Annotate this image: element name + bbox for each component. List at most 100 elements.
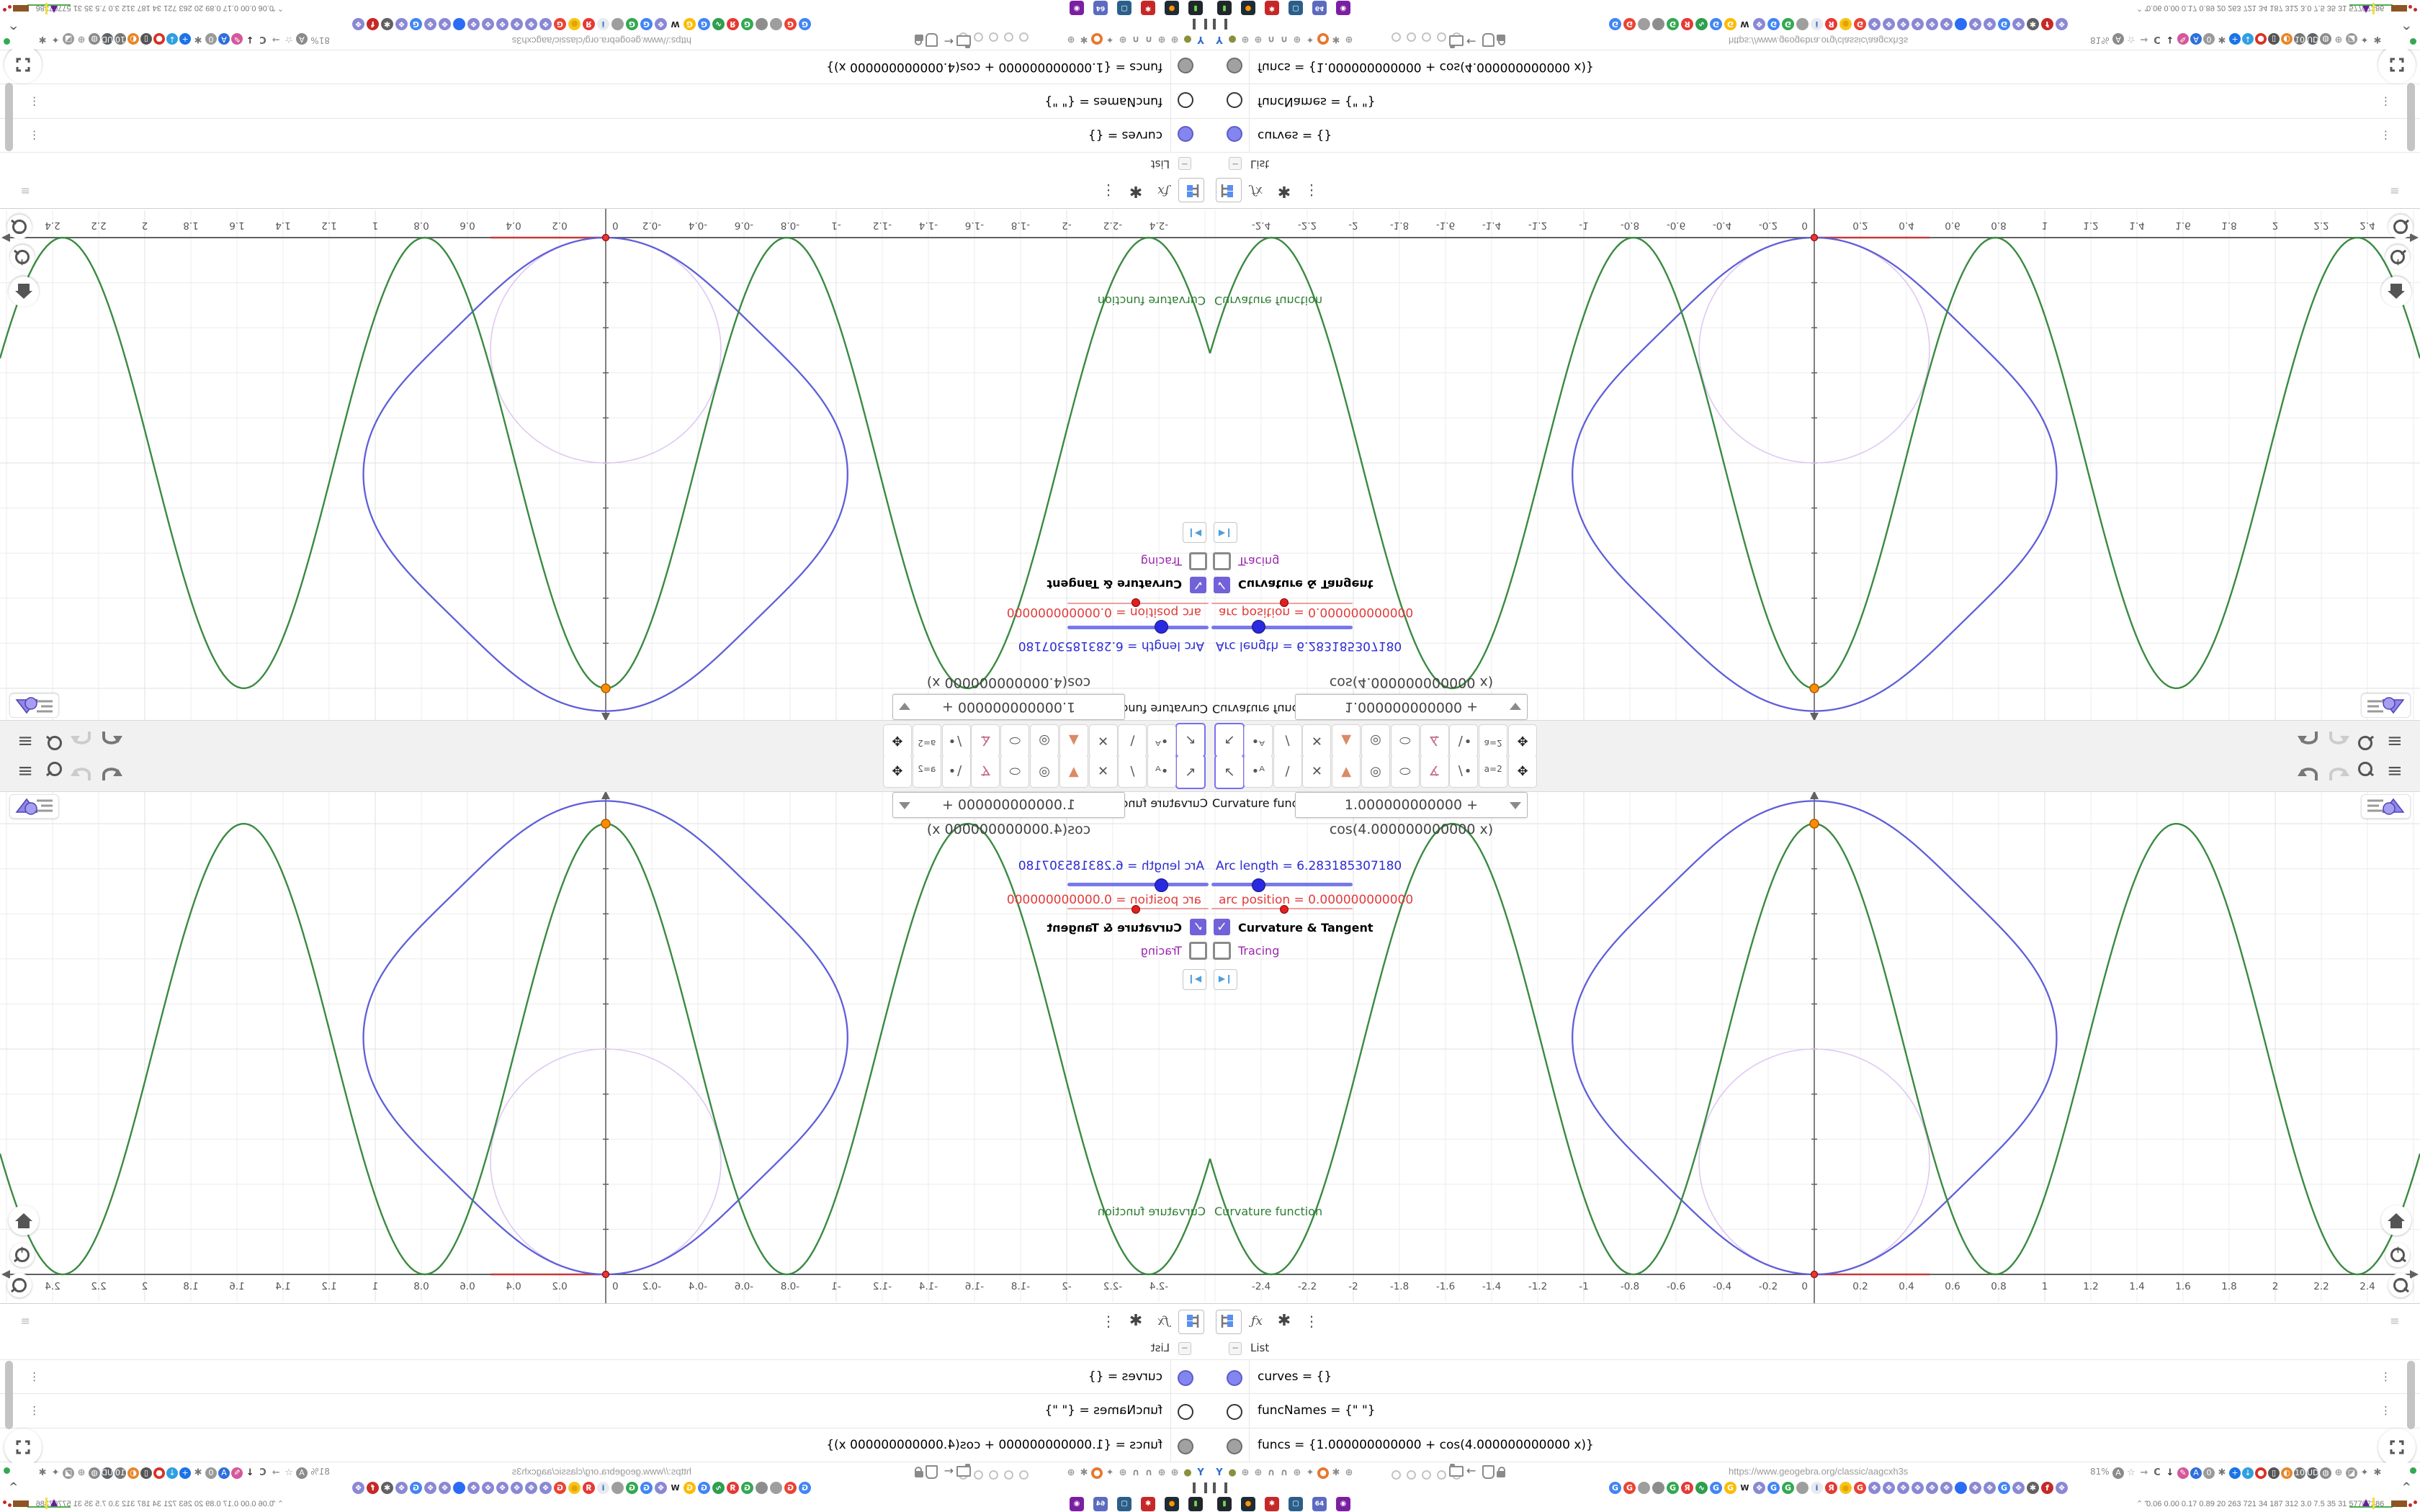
url-text[interactable]: https://www.geogebra.org/classic/aagcxh3… xyxy=(1729,35,1908,46)
tool-angle[interactable]: ∡ xyxy=(1420,756,1449,788)
arc-position-slider-knob[interactable] xyxy=(1280,598,1289,607)
reload-icon[interactable]: C xyxy=(257,34,269,45)
home-button[interactable] xyxy=(2381,1205,2411,1236)
yandex-tab[interactable]: Я xyxy=(583,1482,595,1494)
adblock-icon[interactable]: ● xyxy=(153,33,165,45)
gear-icon[interactable]: ✱ xyxy=(1124,1310,1148,1333)
menu-icon[interactable]: ≡ xyxy=(2387,760,2403,782)
duck-tab[interactable]: ● xyxy=(1839,1482,1852,1494)
save-app[interactable]: 64 xyxy=(1312,1497,1327,1511)
tool-line[interactable]: ∕ xyxy=(1273,756,1302,788)
gear-icon[interactable]: ✱ xyxy=(1272,1310,1296,1333)
headset-icon[interactable]: ∩ xyxy=(1265,1467,1277,1479)
gear-icon[interactable]: ✱ xyxy=(1124,179,1148,202)
save-icon[interactable]: ↓ xyxy=(166,1467,178,1479)
font-icon[interactable]: A xyxy=(2112,33,2124,45)
geogebra-tab[interactable]: ❖ xyxy=(1940,1482,1953,1494)
google-tab[interactable]: G xyxy=(1998,1482,2010,1494)
google-tab[interactable]: G xyxy=(1623,18,1636,30)
gear-icon[interactable]: ✱ xyxy=(1330,1467,1342,1479)
headset-icon[interactable]: ∩ xyxy=(1278,34,1290,45)
panel-menu-icon[interactable]: ≡ xyxy=(13,179,37,202)
yandex-tab[interactable]: Я xyxy=(583,18,595,30)
bot-app[interactable]: ◉ xyxy=(1070,1497,1084,1511)
shield-icon[interactable]: ◍ xyxy=(2320,33,2331,45)
geogebra-tab[interactable]: ❖ xyxy=(525,18,537,30)
adblock-icon[interactable]: ● xyxy=(2255,33,2267,45)
globe-tab[interactable] xyxy=(1638,1482,1650,1494)
caret-up-icon[interactable]: ^ xyxy=(2402,19,2411,32)
shield-icon[interactable] xyxy=(926,31,938,48)
geogebra-tab[interactable]: ❖ xyxy=(467,1482,480,1494)
search-icon[interactable] xyxy=(2358,762,2372,779)
tool-slider[interactable]: a=2 xyxy=(912,756,941,788)
visibility-toggle[interactable] xyxy=(1178,126,1193,143)
wrench-icon[interactable]: ✦ xyxy=(2359,1467,2370,1479)
undo-button[interactable] xyxy=(98,759,124,788)
trash-icon[interactable]: ▯ xyxy=(140,33,152,45)
collapse-button[interactable]: − xyxy=(1229,1342,1242,1355)
download-icon[interactable]: ↓ xyxy=(244,1467,256,1479)
save-icon[interactable]: ↓ xyxy=(2242,33,2254,45)
fullscreen-button[interactable] xyxy=(2378,1428,2416,1466)
google-tab[interactable]: G xyxy=(698,18,710,30)
globe-tab[interactable] xyxy=(1652,18,1664,30)
arc-position-point[interactable] xyxy=(601,233,610,242)
kebab-icon[interactable]: ⋮ xyxy=(1096,1310,1121,1333)
folder-icon[interactable] xyxy=(956,1464,971,1478)
tool-move[interactable]: ↖ xyxy=(1214,723,1245,756)
tool-move[interactable]: ↖ xyxy=(1175,756,1206,789)
home-button[interactable] xyxy=(9,276,39,307)
undo-button[interactable] xyxy=(2296,724,2322,753)
gear-tab[interactable]: ✱ xyxy=(381,18,393,30)
url-text[interactable]: https://www.geogebra.org/classic/aagcxh3… xyxy=(512,35,691,46)
geogebra-tab[interactable]: ❖ xyxy=(511,1482,523,1494)
google-tab[interactable]: G xyxy=(1724,1482,1736,1494)
geogebra-tab[interactable]: ❖ xyxy=(395,18,408,30)
function-dropdown[interactable]: 1.000000000000 + cos(4.000000000000 x) xyxy=(892,792,1125,837)
geogebra-tab[interactable]: ❖ xyxy=(1868,18,1881,30)
world-icon[interactable]: ◐ xyxy=(127,1467,139,1479)
play-button[interactable]: ▶❙ xyxy=(1214,969,1237,990)
panel-menu-icon[interactable]: ≡ xyxy=(13,1310,37,1333)
capsule-icon[interactable]: 0 xyxy=(205,1467,217,1479)
graphics-stylebar-toggle[interactable] xyxy=(9,693,59,718)
zoom-out-button[interactable]: − xyxy=(2388,215,2413,239)
caret-up-icon[interactable]: ^ xyxy=(9,19,18,32)
add-icon[interactable]: + xyxy=(2229,1467,2241,1479)
tool-polygon[interactable]: ▲ xyxy=(1059,724,1088,756)
url-text[interactable]: https://www.geogebra.org/classic/aagcxh3… xyxy=(1729,1466,1908,1477)
info-tab[interactable]: i xyxy=(597,1482,609,1494)
ud-badge-icon[interactable]: UD xyxy=(101,33,113,45)
tool-point[interactable]: •ᴬ xyxy=(1243,756,1273,788)
tool-angle[interactable]: ∡ xyxy=(1420,724,1449,756)
visibility-toggle[interactable] xyxy=(1178,1438,1193,1454)
google-tab[interactable]: G xyxy=(640,18,653,30)
google-tab[interactable]: G xyxy=(684,1482,696,1494)
trash-icon[interactable]: ▯ xyxy=(2268,1467,2280,1479)
globe-icon[interactable]: ⊕ xyxy=(76,34,87,45)
font-icon[interactable]: A xyxy=(296,33,308,45)
top-point[interactable] xyxy=(1809,819,1819,829)
geogebra-tab[interactable]: ❖ xyxy=(539,18,552,30)
top-point[interactable] xyxy=(601,819,611,829)
download-icon[interactable]: ↓ xyxy=(2164,34,2176,45)
geogebra-tab[interactable]: ❖ xyxy=(1912,18,1924,30)
row-menu-icon[interactable]: ⋮ xyxy=(2380,130,2391,143)
globe-icon[interactable]: ⊕ xyxy=(1343,34,1355,45)
google-tab[interactable]: G xyxy=(410,1482,422,1494)
google-tab[interactable]: G xyxy=(1609,18,1621,30)
container-icon[interactable]: 10 xyxy=(2294,33,2305,45)
visibility-toggle[interactable] xyxy=(1178,58,1193,74)
row-menu-icon[interactable]: ⋮ xyxy=(2380,1404,2391,1417)
curvature-tangent-checkbox[interactable]: ✓ xyxy=(1190,919,1206,935)
globe-tab[interactable] xyxy=(770,1482,782,1494)
play-button[interactable]: ▶❙ xyxy=(1214,522,1237,543)
algebra-row-funcNames[interactable]: funcNames = {" "} ⋮ xyxy=(1210,84,2420,119)
dot-icon[interactable]: ● xyxy=(1182,1467,1193,1479)
wikipedia-tab[interactable]: W xyxy=(1739,18,1751,30)
google-tab[interactable]: G xyxy=(1609,1482,1621,1494)
top-point[interactable] xyxy=(1809,683,1819,693)
geogebra-tab[interactable]: ❖ xyxy=(1912,1482,1924,1494)
google-tab[interactable]: G xyxy=(1667,18,1679,30)
